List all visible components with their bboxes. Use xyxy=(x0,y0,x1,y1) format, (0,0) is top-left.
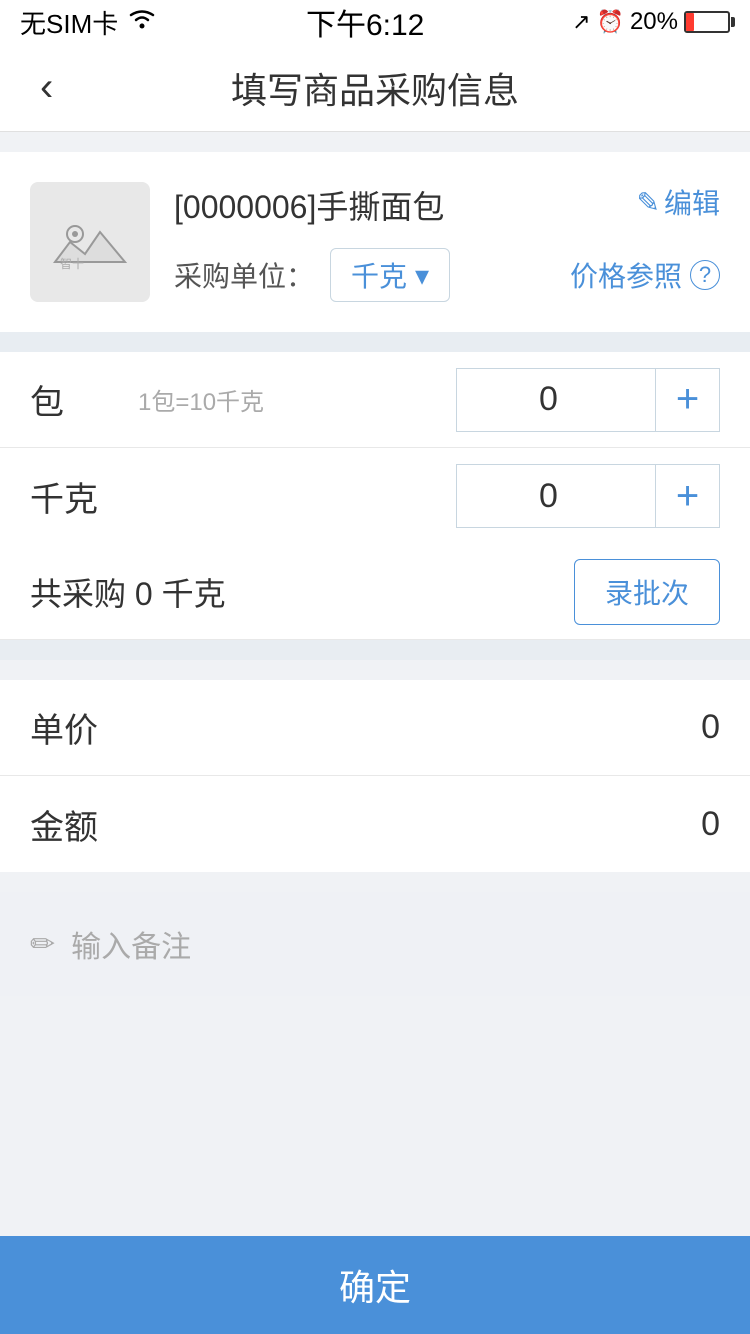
price-section: 单价 0 金额 0 xyxy=(0,680,750,872)
edit-icon: ✎ xyxy=(637,186,660,219)
edit-button[interactable]: ✎ 编辑 xyxy=(637,182,720,222)
product-card: 智十 [0000006]手撕面包 ✎ 编辑 采购单位： 千克 ▾ 价格参照 ? xyxy=(0,152,750,332)
wifi-icon xyxy=(126,7,158,38)
page-title: 填写商品采购信息 xyxy=(231,62,519,114)
amount-row: 金额 0 xyxy=(0,776,750,872)
product-image: 智十 xyxy=(30,182,150,302)
confirm-button[interactable]: 确定 xyxy=(0,1236,750,1334)
unit-value: 千克 xyxy=(351,255,407,295)
input-section: 包 1包=10千克 + 千克 + xyxy=(0,352,750,544)
product-name: [0000006]手撕面包 xyxy=(174,182,444,228)
unit-select[interactable]: 千克 ▾ xyxy=(330,248,450,302)
amount-value: 0 xyxy=(701,805,720,844)
note-section[interactable]: ✏ 输入备注 xyxy=(0,892,750,996)
location-icon: ↗ xyxy=(572,9,590,35)
bag-input[interactable] xyxy=(456,368,656,432)
unit-price-value: 0 xyxy=(701,708,720,747)
product-name-row: [0000006]手撕面包 ✎ 编辑 xyxy=(174,182,720,228)
bag-plus-button[interactable]: + xyxy=(656,368,720,432)
status-time: 下午6:12 xyxy=(306,0,424,44)
battery-percent: 20% xyxy=(630,8,678,36)
divider-2 xyxy=(0,640,750,660)
battery-fill xyxy=(686,13,694,31)
carrier-label: 无SIM卡 xyxy=(20,4,118,41)
summary-text: 共采购 0 千克 xyxy=(30,569,226,615)
status-bar: 无SIM卡 下午6:12 ↗ ⏰ 20% xyxy=(0,0,750,44)
alarm-icon: ⏰ xyxy=(597,9,624,35)
status-right: ↗ ⏰ 20% xyxy=(572,8,730,36)
kg-input[interactable] xyxy=(456,464,656,528)
kg-field-wrap: + xyxy=(456,464,720,528)
chevron-down-icon: ▾ xyxy=(415,259,429,292)
amount-label: 金额 xyxy=(30,800,98,849)
summary-row: 共采购 0 千克 录批次 xyxy=(0,544,750,640)
nav-bar: ‹ 填写商品采购信息 xyxy=(0,44,750,132)
svg-text:智十: 智十 xyxy=(60,256,84,271)
kg-plus-button[interactable]: + xyxy=(656,464,720,528)
bag-sub-label: 1包=10千克 xyxy=(138,382,264,417)
divider-1 xyxy=(0,332,750,352)
product-info: [0000006]手撕面包 ✎ 编辑 采购单位： 千克 ▾ 价格参照 ? xyxy=(174,182,720,302)
back-button[interactable]: ‹ xyxy=(30,55,63,120)
note-placeholder: 输入备注 xyxy=(71,922,191,966)
edit-label: 编辑 xyxy=(664,182,720,222)
pencil-icon: ✏ xyxy=(30,927,55,962)
status-left: 无SIM卡 xyxy=(20,4,158,41)
question-icon: ? xyxy=(690,260,720,290)
price-ref-button[interactable]: 价格参照 ? xyxy=(570,255,720,295)
unit-price-row: 单价 0 xyxy=(0,680,750,776)
purchase-unit-label: 采购单位： xyxy=(174,255,314,295)
bag-label: 包 xyxy=(30,375,130,424)
kg-label: 千克 xyxy=(30,472,130,521)
record-batch-button[interactable]: 录批次 xyxy=(574,559,720,625)
bag-input-row: 包 1包=10千克 + xyxy=(0,352,750,448)
unit-price-label: 单价 xyxy=(30,703,98,752)
battery-icon xyxy=(684,11,730,33)
purchase-unit-row: 采购单位： 千克 ▾ 价格参照 ? xyxy=(174,248,720,302)
bag-field-wrap: + xyxy=(456,368,720,432)
spacer xyxy=(0,996,750,1196)
kg-input-row: 千克 + xyxy=(0,448,750,544)
price-ref-label: 价格参照 xyxy=(570,255,682,295)
